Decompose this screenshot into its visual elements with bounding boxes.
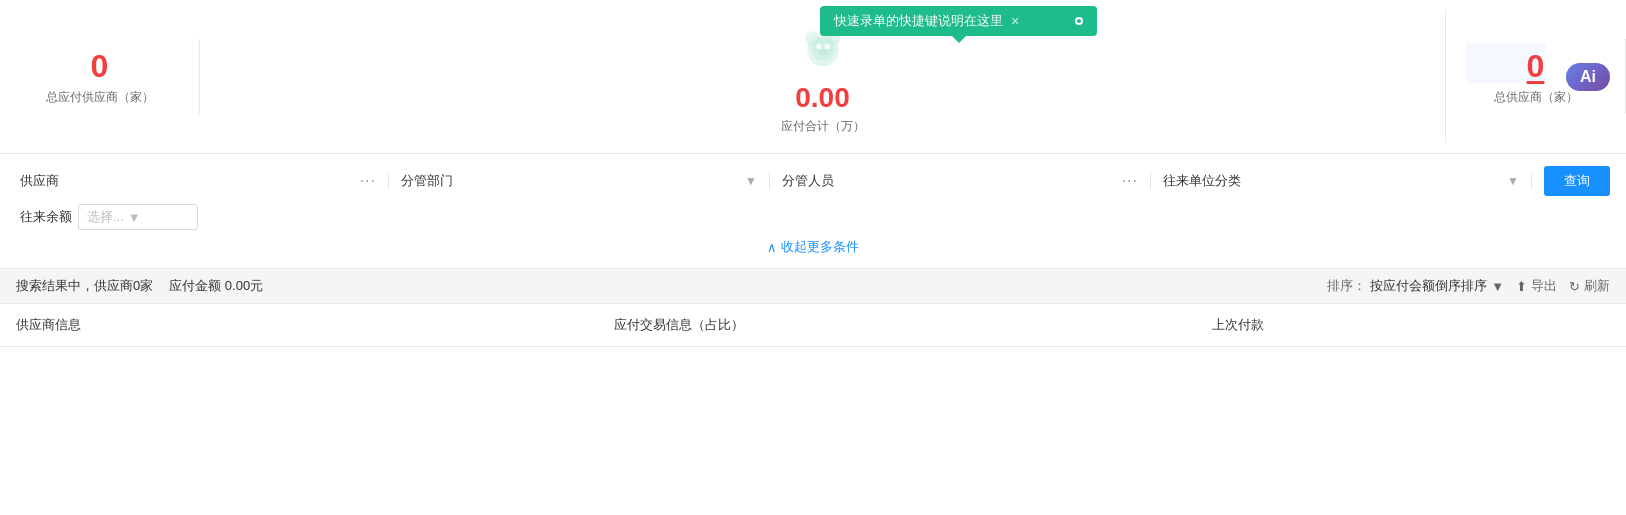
collapse-label: 收起更多条件 [781,238,859,256]
col-supplier-label: 供应商信息 [16,317,81,332]
results-summary: 搜索结果中，供应商0家 应付金额 0.00元 [16,277,263,295]
query-button[interactable]: 查询 [1544,166,1610,196]
svg-point-3 [811,38,834,61]
balance-label: 往来余额 [20,208,72,226]
filter-row-1: 供应商 ··· 分管部门 ▼ 分管人员 ··· 往来单位分类 ▼ 查询 [16,166,1610,196]
person-dots-button[interactable]: ··· [1122,172,1138,190]
table-col-last-payment: 上次付款 [1212,316,1611,334]
svg-point-5 [824,44,829,49]
sort-button[interactable]: 排序： 按应付会额倒序排序 ▼ [1327,277,1504,295]
supplier-label: 供应商 [20,172,59,190]
payable-suppliers-label: 总应付供应商（家） [46,89,154,106]
tooltip-close-button[interactable]: × [1011,13,1019,29]
filter-dept: 分管部门 ▼ [389,172,770,190]
col-last-payment-label: 上次付款 [1212,317,1264,332]
svg-point-6 [818,50,826,55]
col-transaction-label: 应付交易信息（占比） [614,317,744,332]
payable-suppliers-number: 0 [91,47,109,85]
unit-class-input[interactable] [1247,174,1501,189]
dept-dropdown-icon[interactable]: ▼ [745,174,757,188]
shortcut-tooltip: 快速录单的快捷键说明在这里 × [820,6,1097,36]
sort-dropdown-icon: ▼ [1491,279,1504,294]
table-header: 供应商信息 应付交易信息（占比） 上次付款 [0,304,1626,347]
unit-class-label: 往来单位分类 [1163,172,1241,190]
filter-supplier: 供应商 ··· [16,172,389,190]
filter-balance: 往来余额 选择... ▼ [16,204,202,230]
results-amount: 应付金额 0.00元 [169,277,263,295]
table-col-transaction-info: 应付交易信息（占比） [614,316,1212,334]
refresh-icon: ↻ [1569,279,1580,294]
payable-total-label: 应付合计（万） [781,118,865,135]
person-label: 分管人员 [782,172,834,190]
refresh-button[interactable]: ↻ 刷新 [1569,277,1610,295]
table-body [0,347,1626,515]
collapse-arrow-icon: ∧ [767,240,777,255]
filter-person: 分管人员 ··· [770,172,1151,190]
results-actions: 排序： 按应付会额倒序排序 ▼ ⬆ 导出 ↻ 刷新 [1327,277,1610,295]
dept-input[interactable] [459,174,739,189]
total-suppliers-label: 总供应商（家） [1494,89,1578,106]
results-bar: 搜索结果中，供应商0家 应付金额 0.00元 排序： 按应付会额倒序排序 ▼ ⬆… [0,269,1626,304]
balance-select[interactable]: 选择... ▼ [78,204,198,230]
tooltip-line [1027,21,1067,22]
balance-placeholder: 选择... [87,208,124,226]
export-button[interactable]: ⬆ 导出 [1516,277,1557,295]
balance-dropdown-icon: ▼ [128,210,141,225]
filter-row-2: 往来余额 选择... ▼ [16,204,1610,230]
refresh-label: 刷新 [1584,277,1610,295]
dept-label: 分管部门 [401,172,453,190]
collapse-conditions-button[interactable]: ∧ 收起更多条件 [767,238,859,256]
total-suppliers-number: 0 [1527,47,1545,85]
summary-payable-suppliers: 0 总应付供应商（家） [0,39,200,114]
tooltip-text: 快速录单的快捷键说明在这里 [834,12,1003,30]
results-count: 搜索结果中，供应商0家 [16,277,153,295]
unit-class-dropdown-icon[interactable]: ▼ [1507,174,1519,188]
supplier-dots-button[interactable]: ··· [360,172,376,190]
ai-badge[interactable]: Ai [1566,63,1610,91]
svg-point-4 [816,44,821,49]
summary-bar: 0 总应付供应商（家） 0.00 应付合计（万） 0 总供应商（家 [0,0,1626,154]
table-col-supplier-info: 供应商信息 [16,316,614,334]
filter-unit-class: 往来单位分类 ▼ [1151,172,1532,190]
payable-total-number: 0.00 [795,82,850,114]
sort-value: 按应付会额倒序排序 [1370,277,1487,295]
sort-label: 排序： [1327,277,1366,295]
tooltip-dot [1075,17,1083,25]
supplier-input[interactable] [65,174,354,189]
export-icon: ⬆ [1516,279,1527,294]
filter-section: 供应商 ··· 分管部门 ▼ 分管人员 ··· 往来单位分类 ▼ 查询 往来余额 [0,154,1626,269]
person-input[interactable] [840,174,1116,189]
export-label: 导出 [1531,277,1557,295]
